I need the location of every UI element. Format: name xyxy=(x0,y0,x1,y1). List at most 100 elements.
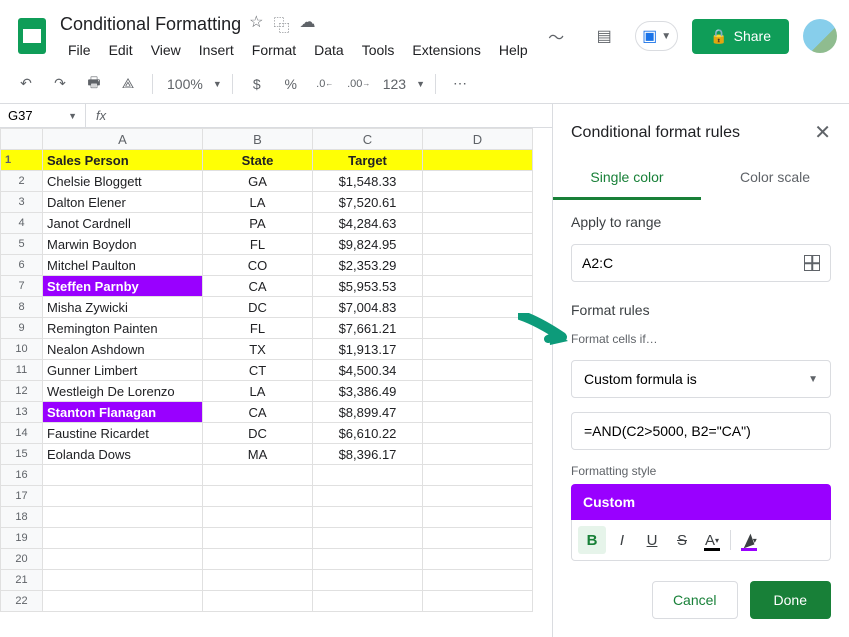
cell[interactable]: $7,520.61 xyxy=(313,192,423,213)
cell[interactable] xyxy=(423,297,533,318)
cell[interactable] xyxy=(203,465,313,486)
increase-decimal-icon[interactable]: .00→ xyxy=(345,70,373,98)
cell[interactable]: $2,353.29 xyxy=(313,255,423,276)
cell[interactable] xyxy=(313,507,423,528)
menu-file[interactable]: File xyxy=(60,40,99,60)
name-box[interactable]: G37 ▼ xyxy=(0,104,86,127)
condition-select[interactable]: Custom formula is ▼ xyxy=(571,360,831,398)
cell[interactable]: CA xyxy=(203,402,313,423)
cell[interactable]: Remington Painten xyxy=(43,318,203,339)
cell[interactable] xyxy=(423,381,533,402)
cell[interactable]: $1,548.33 xyxy=(313,171,423,192)
cell[interactable] xyxy=(423,234,533,255)
cell[interactable]: Mitchel Paulton xyxy=(43,255,203,276)
cell[interactable]: $1,913.17 xyxy=(313,339,423,360)
corner-cell[interactable] xyxy=(1,129,43,150)
cell[interactable] xyxy=(423,402,533,423)
cell[interactable]: Nealon Ashdown xyxy=(43,339,203,360)
cloud-icon[interactable]: ☁ xyxy=(299,12,315,36)
cell[interactable]: DC xyxy=(203,297,313,318)
cell[interactable] xyxy=(423,318,533,339)
menu-format[interactable]: Format xyxy=(244,40,304,60)
menu-view[interactable]: View xyxy=(143,40,189,60)
cell[interactable] xyxy=(423,423,533,444)
cell[interactable]: Faustine Ricardet xyxy=(43,423,203,444)
close-icon[interactable]: ✕ xyxy=(814,120,831,145)
cell[interactable] xyxy=(203,549,313,570)
row-header[interactable]: 5 xyxy=(1,234,43,255)
cell[interactable]: Janot Cardnell xyxy=(43,213,203,234)
cell-grid[interactable]: A B C D 1Sales PersonStateTarget2Chelsie… xyxy=(0,128,552,637)
cell[interactable]: Chelsie Bloggett xyxy=(43,171,203,192)
document-title[interactable]: Conditional Formatting xyxy=(60,14,241,35)
cell[interactable] xyxy=(313,549,423,570)
row-header[interactable]: 8 xyxy=(1,297,43,318)
cell[interactable] xyxy=(423,486,533,507)
history-icon[interactable]: 〜 xyxy=(539,19,573,53)
cell[interactable] xyxy=(43,528,203,549)
menu-insert[interactable]: Insert xyxy=(191,40,242,60)
cell[interactable] xyxy=(423,444,533,465)
share-button[interactable]: 🔒 Share xyxy=(692,19,789,54)
cell[interactable] xyxy=(423,507,533,528)
cell[interactable]: $4,284.63 xyxy=(313,213,423,234)
cell[interactable] xyxy=(203,507,313,528)
cell[interactable]: Target xyxy=(313,150,423,171)
percent-icon[interactable]: % xyxy=(277,70,305,98)
cell[interactable]: $4,500.34 xyxy=(313,360,423,381)
cell[interactable] xyxy=(423,339,533,360)
row-header[interactable]: 9 xyxy=(1,318,43,339)
row-header[interactable]: 15 xyxy=(1,444,43,465)
cell[interactable]: TX xyxy=(203,339,313,360)
tab-color-scale[interactable]: Color scale xyxy=(701,157,849,200)
row-header[interactable]: 1 xyxy=(1,150,43,171)
cell[interactable] xyxy=(203,591,313,612)
row-header[interactable]: 14 xyxy=(1,423,43,444)
cell[interactable]: MA xyxy=(203,444,313,465)
cell[interactable]: Sales Person xyxy=(43,150,203,171)
cell[interactable]: FL xyxy=(203,234,313,255)
row-header[interactable]: 11 xyxy=(1,360,43,381)
cell[interactable] xyxy=(313,486,423,507)
row-header[interactable]: 22 xyxy=(1,591,43,612)
more-icon[interactable]: ⋯ xyxy=(446,70,474,98)
sheets-logo[interactable] xyxy=(12,16,52,56)
cell[interactable]: Westleigh De Lorenzo xyxy=(43,381,203,402)
cell[interactable] xyxy=(43,486,203,507)
paint-format-icon[interactable]: ⟁ xyxy=(114,70,142,98)
cell[interactable]: FL xyxy=(203,318,313,339)
cell[interactable] xyxy=(423,465,533,486)
number-format[interactable]: 123 xyxy=(379,76,410,92)
row-header[interactable]: 16 xyxy=(1,465,43,486)
cell[interactable] xyxy=(203,486,313,507)
cell[interactable]: Misha Zywicki xyxy=(43,297,203,318)
cell[interactable] xyxy=(43,591,203,612)
fill-color-button[interactable]: ◢ ▾ xyxy=(735,526,763,554)
star-icon[interactable]: ☆ xyxy=(249,12,263,36)
decrease-decimal-icon[interactable]: .0← xyxy=(311,70,339,98)
cell[interactable] xyxy=(423,171,533,192)
italic-button[interactable]: I xyxy=(608,526,636,554)
cell[interactable]: Gunner Limbert xyxy=(43,360,203,381)
row-header[interactable]: 18 xyxy=(1,507,43,528)
row-header[interactable]: 2 xyxy=(1,171,43,192)
undo-icon[interactable]: ↶ xyxy=(12,70,40,98)
cell[interactable]: PA xyxy=(203,213,313,234)
cell[interactable] xyxy=(423,570,533,591)
cell[interactable] xyxy=(203,528,313,549)
col-header-d[interactable]: D xyxy=(423,129,533,150)
cell[interactable]: Steffen Parnby xyxy=(43,276,203,297)
cell[interactable] xyxy=(423,591,533,612)
cell[interactable]: LA xyxy=(203,381,313,402)
underline-button[interactable]: U xyxy=(638,526,666,554)
formula-input[interactable] xyxy=(571,412,831,450)
row-header[interactable]: 17 xyxy=(1,486,43,507)
row-header[interactable]: 3 xyxy=(1,192,43,213)
cell[interactable]: CO xyxy=(203,255,313,276)
bold-button[interactable]: B xyxy=(578,526,606,554)
range-input[interactable]: A2:C xyxy=(571,244,831,282)
col-header-a[interactable]: A xyxy=(43,129,203,150)
cell[interactable] xyxy=(43,507,203,528)
cell[interactable] xyxy=(313,528,423,549)
cell[interactable] xyxy=(423,360,533,381)
